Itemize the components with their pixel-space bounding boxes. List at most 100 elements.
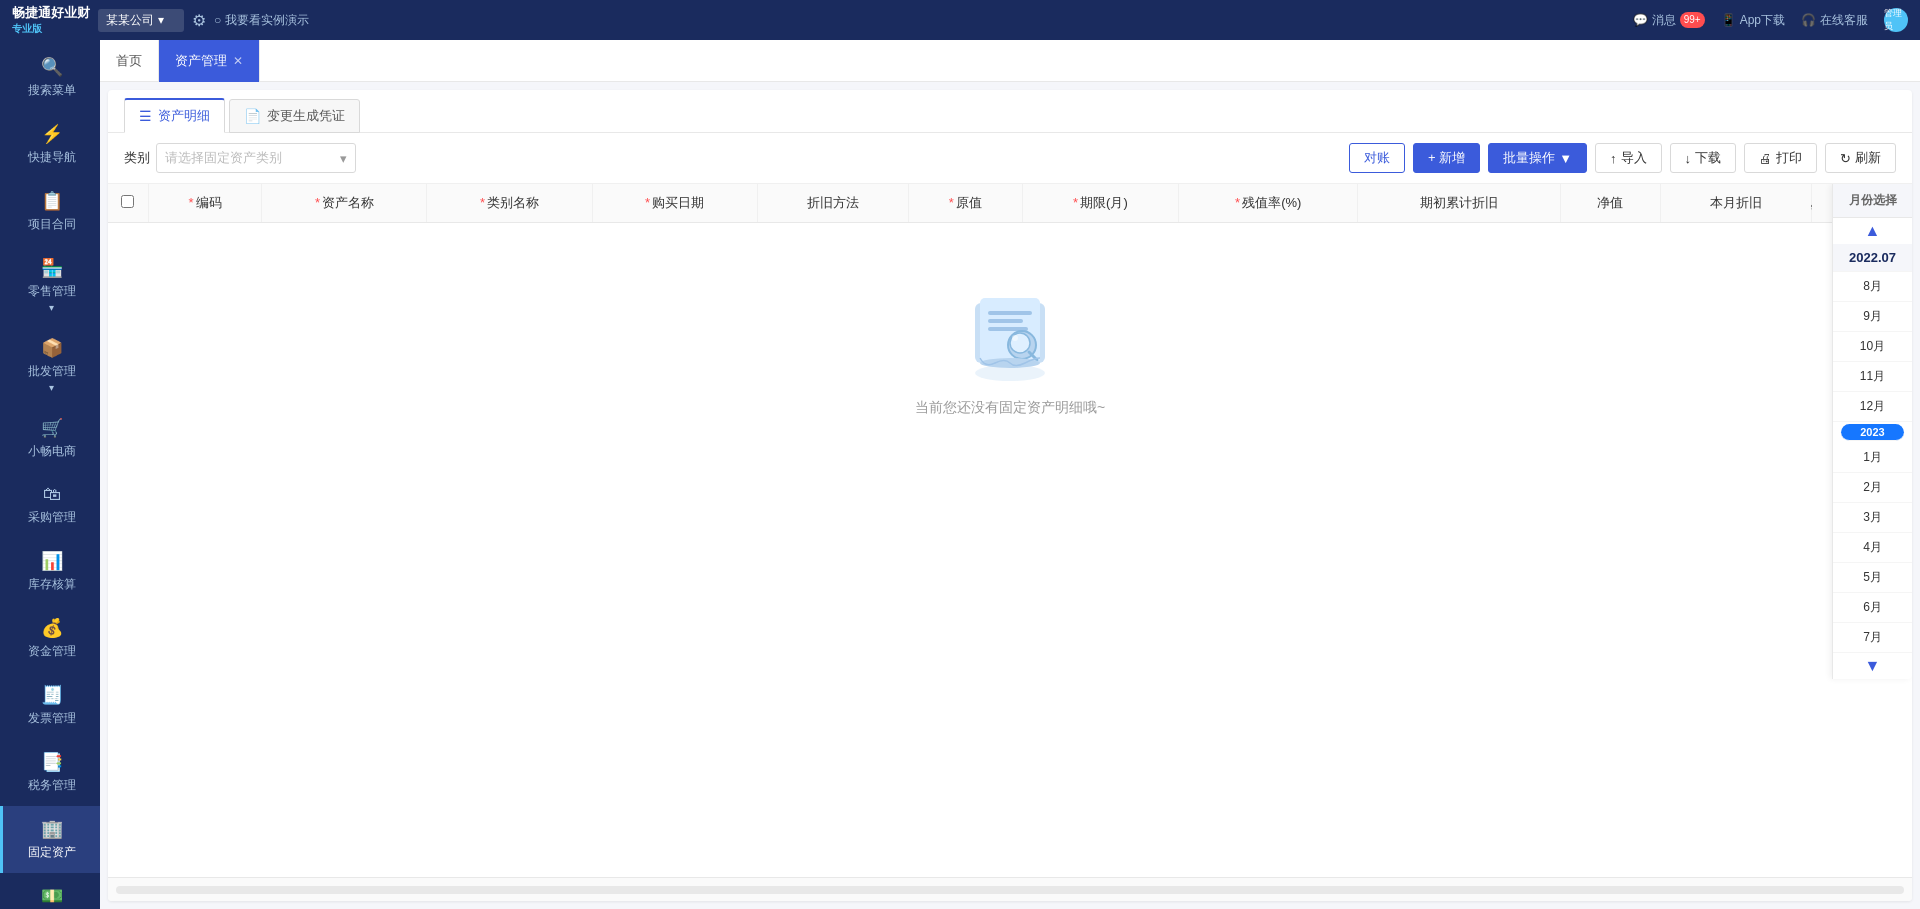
search-icon: 🔍 <box>41 56 63 78</box>
import-button[interactable]: ↑ 导入 <box>1595 143 1662 173</box>
th-depreciation-method: 折旧方法 <box>757 184 908 223</box>
th-residual-rate: *残值率(%) <box>1179 184 1358 223</box>
sidebar-item-search[interactable]: 🔍 搜索菜单 <box>0 44 100 111</box>
app-logo: 畅捷通好业财 专业版 <box>12 4 90 36</box>
message-icon: 💬 <box>1633 13 1648 27</box>
company-selector[interactable]: 某某公司 ▾ <box>98 9 184 32</box>
headset-icon: 🎧 <box>1801 13 1816 27</box>
messages-button[interactable]: 💬 消息 99+ <box>1633 12 1705 29</box>
toolbar-right: 对账 + 新增 批量操作 ▼ ↑ 导入 ↓ 下载 🖨 <box>1349 143 1896 173</box>
th-purchase-date: *购买日期 <box>592 184 757 223</box>
reconcile-button[interactable]: 对账 <box>1349 143 1405 173</box>
demo-icon: ○ <box>214 13 221 27</box>
mobile-icon: 📱 <box>1721 13 1736 27</box>
select-all-checkbox[interactable] <box>121 195 134 208</box>
month-item-1[interactable]: 1月 <box>1833 443 1912 473</box>
month-panel-title: 月份选择 <box>1833 184 1912 218</box>
sidebar-item-finance[interactable]: 💰 资金管理 <box>0 605 100 672</box>
th-accumulated-depreciation: 期初累计折旧 <box>1358 184 1560 223</box>
sidebar-item-fixed-assets[interactable]: 🏢 固定资产 <box>0 806 100 873</box>
sidebar-item-ecommerce[interactable]: 🛒 小畅电商 <box>0 405 100 472</box>
salary-icon: 💵 <box>41 885 63 907</box>
tab-home[interactable]: 首页 <box>100 40 159 82</box>
print-button[interactable]: 🖨 打印 <box>1744 143 1817 173</box>
batch-button[interactable]: 批量操作 ▼ <box>1488 143 1587 173</box>
month-item-4[interactable]: 4月 <box>1833 533 1912 563</box>
sidebar-item-invoice[interactable]: 🧾 发票管理 <box>0 672 100 739</box>
top-bar: 畅捷通好业财 专业版 某某公司 ▾ ⚙ ○ 我要看实例演示 💬 消息 99+ 📱… <box>0 0 1920 40</box>
year-2023-badge: 2023 <box>1841 424 1904 441</box>
tab-asset-management[interactable]: 资产管理 ✕ <box>159 40 260 82</box>
sidebar-item-batch[interactable]: 📦 批发管理 ▾ <box>0 325 100 405</box>
batch-arrow-icon: ▼ <box>1559 151 1572 166</box>
sidebar-item-tax[interactable]: 📑 税务管理 <box>0 739 100 806</box>
th-original-value: *原值 <box>908 184 1022 223</box>
sub-tab-asset-detail[interactable]: ☰ 资产明细 <box>124 98 225 133</box>
sidebar: 🔍 搜索菜单 ⚡ 快捷导航 📋 项目合同 🏪 零售管理 ▾ 📦 批发管理 ▾ 🛒… <box>0 40 100 909</box>
month-item-11[interactable]: 11月 <box>1833 362 1912 392</box>
category-label: 类别 <box>124 149 150 167</box>
add-button[interactable]: + 新增 <box>1413 143 1480 173</box>
inventory-icon: 📊 <box>41 550 63 572</box>
svg-rect-3 <box>988 311 1032 315</box>
sidebar-item-quick-nav[interactable]: ⚡ 快捷导航 <box>0 111 100 178</box>
sidebar-item-project[interactable]: 📋 项目合同 <box>0 178 100 245</box>
svg-rect-4 <box>988 319 1023 323</box>
month-item-8[interactable]: 8月 <box>1833 272 1912 302</box>
import-icon: ↑ <box>1610 151 1617 166</box>
ecommerce-icon: 🛒 <box>41 417 63 439</box>
page-content: ☰ 资产明细 📄 变更生成凭证 类别 请选择固定资产类别 ▾ <box>108 90 1912 901</box>
sub-tab-change-voucher[interactable]: 📄 变更生成凭证 <box>229 99 360 133</box>
sidebar-item-purchase[interactable]: 🛍 采购管理 <box>0 472 100 538</box>
month-item-7[interactable]: 7月 <box>1833 623 1912 653</box>
top-bar-right: 💬 消息 99+ 📱 App下载 🎧 在线客服 管理员 <box>1633 8 1908 32</box>
main-container: 🔍 搜索菜单 ⚡ 快捷导航 📋 项目合同 🏪 零售管理 ▾ 📦 批发管理 ▾ 🛒… <box>0 40 1920 909</box>
category-select[interactable]: 请选择固定资产类别 ▾ <box>156 143 356 173</box>
top-bar-left: 畅捷通好业财 专业版 某某公司 ▾ ⚙ ○ 我要看实例演示 <box>12 4 309 36</box>
scrollbar-track[interactable] <box>116 886 1904 894</box>
tab-bar: 首页 资产管理 ✕ <box>100 40 1920 82</box>
bottom-scrollbar <box>108 877 1912 901</box>
month-item-9[interactable]: 9月 <box>1833 302 1912 332</box>
month-up-nav[interactable]: ▲ <box>1833 218 1912 244</box>
building-icon: 🏢 <box>41 818 63 840</box>
document-icon: 📄 <box>244 108 261 124</box>
sidebar-item-salary[interactable]: 💵 工资 <box>0 873 100 909</box>
dropdown-arrow-icon: ▾ <box>158 13 164 27</box>
month-item-5[interactable]: 5月 <box>1833 563 1912 593</box>
th-period: *期限(月) <box>1022 184 1179 223</box>
refresh-button[interactable]: ↻ 刷新 <box>1825 143 1896 173</box>
tab-close-icon[interactable]: ✕ <box>233 54 243 68</box>
month-item-10[interactable]: 10月 <box>1833 332 1912 362</box>
purchase-icon: 🛍 <box>43 484 61 505</box>
retail-icon: 🏪 <box>41 257 63 279</box>
print-icon: 🖨 <box>1759 151 1772 166</box>
refresh-icon: ↻ <box>1840 151 1851 166</box>
month-item-2[interactable]: 2月 <box>1833 473 1912 503</box>
customer-service-button[interactable]: 🎧 在线客服 <box>1801 12 1868 29</box>
demo-button[interactable]: ○ 我要看实例演示 <box>214 12 309 29</box>
month-down-nav[interactable]: ▼ <box>1833 653 1912 679</box>
chevron-down-icon: ▾ <box>49 302 54 313</box>
content-area: 首页 资产管理 ✕ ☰ 资产明细 📄 变更生成凭证 <box>100 40 1920 909</box>
month-item-12[interactable]: 12月 <box>1833 392 1912 422</box>
download-button[interactable]: ↓ 下载 <box>1670 143 1737 173</box>
finance-icon: 💰 <box>41 617 63 639</box>
batch-icon: 📦 <box>41 337 63 359</box>
message-badge: 99+ <box>1680 12 1705 28</box>
th-code: *编码 <box>148 184 262 223</box>
user-avatar[interactable]: 管理员 <box>1884 8 1908 32</box>
month-panel: 月份选择 ▲ 2022.07 8月 9月 10月 11月 12月 2023 1月… <box>1832 184 1912 679</box>
settings-icon[interactable]: ⚙ <box>192 11 206 30</box>
empty-illustration <box>950 283 1070 383</box>
th-net-value: 净值 <box>1560 184 1660 223</box>
month-item-6[interactable]: 6月 <box>1833 593 1912 623</box>
month-item-3[interactable]: 3月 <box>1833 503 1912 533</box>
tax-icon: 📑 <box>41 751 63 773</box>
chevron-down-icon-2: ▾ <box>49 382 54 393</box>
app-download-button[interactable]: 📱 App下载 <box>1721 12 1785 29</box>
sidebar-item-retail[interactable]: 🏪 零售管理 ▾ <box>0 245 100 325</box>
sidebar-item-inventory[interactable]: 📊 库存核算 <box>0 538 100 605</box>
month-year-2022[interactable]: 2022.07 <box>1833 244 1912 272</box>
sub-tab-bar: ☰ 资产明细 📄 变更生成凭证 <box>108 90 1912 133</box>
